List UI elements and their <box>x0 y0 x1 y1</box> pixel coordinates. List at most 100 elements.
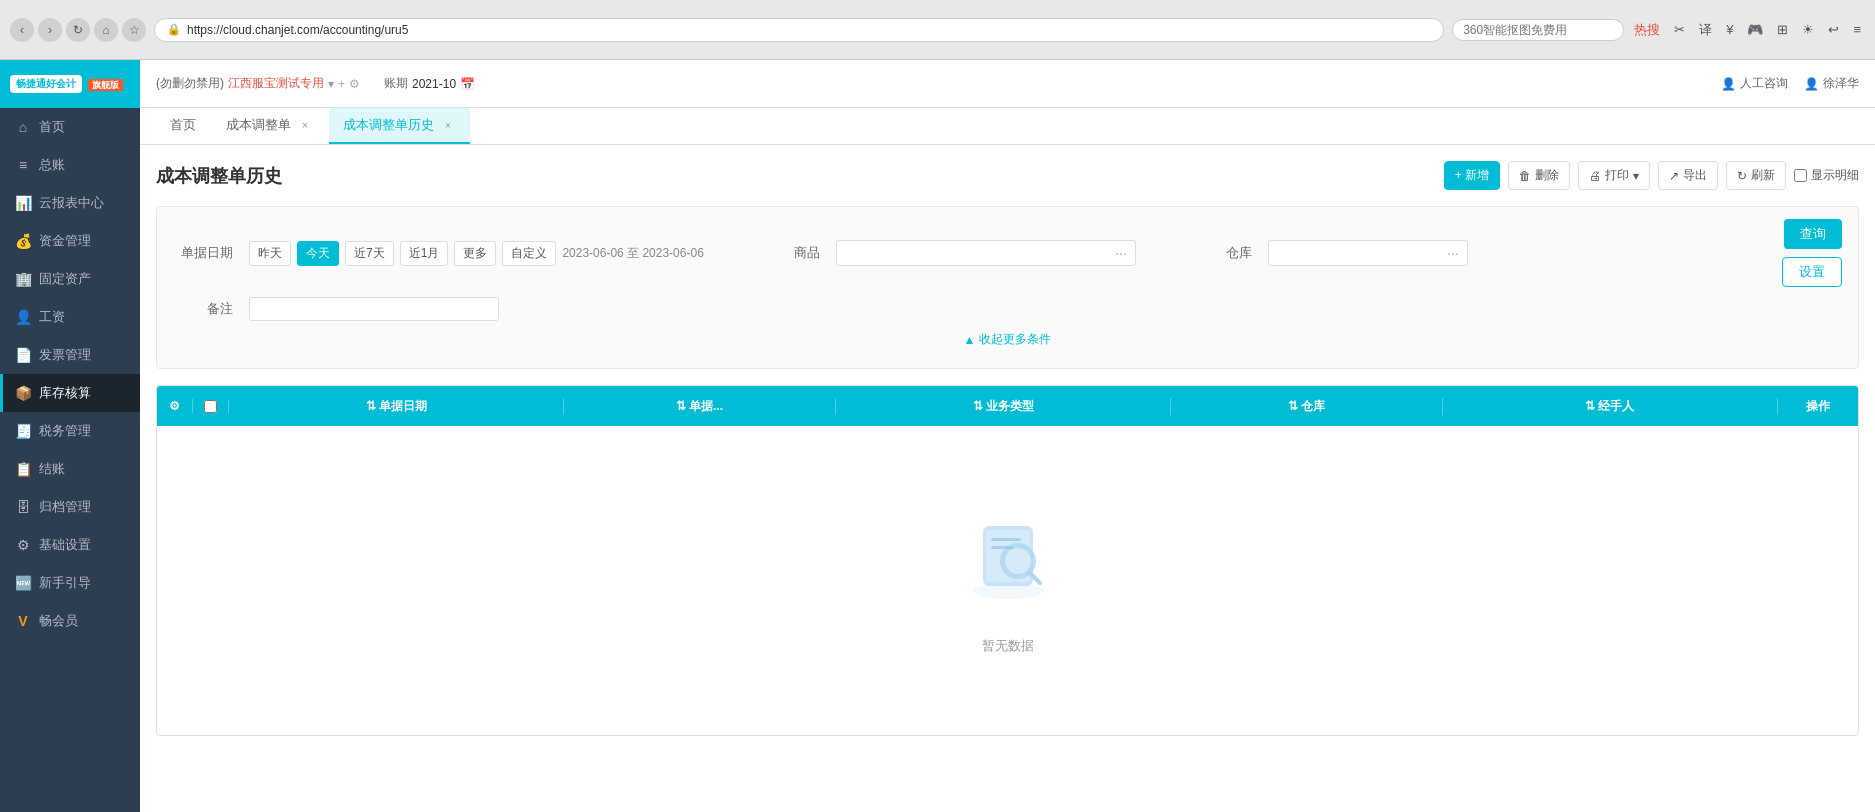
sidebar-item-label: 结账 <box>39 460 65 478</box>
hot-search-label[interactable]: 热搜 <box>1630 19 1664 41</box>
bookmark-button[interactable]: ☆ <box>122 18 146 42</box>
home-icon: ⌂ <box>15 119 31 135</box>
goods-select[interactable]: ··· <box>836 240 1136 266</box>
sidebar-item-tax[interactable]: 🧾 税务管理 <box>0 412 140 450</box>
print-button[interactable]: 🖨 打印 ▾ <box>1578 161 1650 190</box>
note-input[interactable] <box>249 297 499 321</box>
more-date-btn[interactable]: 更多 <box>454 241 496 266</box>
sidebar-item-label: 首页 <box>39 118 65 136</box>
filter-row-note: 备注 <box>173 297 1842 321</box>
tab-cost-adjust-history-label: 成本调整单历史 <box>343 116 434 134</box>
sidebar-item-invoice[interactable]: 📄 发票管理 <box>0 336 140 374</box>
delete-button[interactable]: 🗑 删除 <box>1508 161 1570 190</box>
th-checkbox[interactable] <box>193 400 229 413</box>
forward-button[interactable]: › <box>38 18 62 42</box>
yesterday-btn[interactable]: 昨天 <box>249 241 291 266</box>
refresh-button[interactable]: ↻ <box>66 18 90 42</box>
show-ledger-input[interactable] <box>1794 169 1807 182</box>
th-warehouse: ⇅ 仓库 <box>1171 398 1443 415</box>
add-button[interactable]: + 新增 <box>1444 161 1500 190</box>
grid-icon[interactable]: ⊞ <box>1773 20 1792 39</box>
user-menu[interactable]: 👤 徐泽华 <box>1804 75 1859 92</box>
sidebar-item-label: 基础设置 <box>39 536 91 554</box>
month1-btn[interactable]: 近1月 <box>400 241 449 266</box>
user-avatar-icon: 👤 <box>1804 77 1819 91</box>
export-button[interactable]: ↗ 导出 <box>1658 161 1718 190</box>
sort-biztype-icon[interactable]: ⇅ <box>973 399 983 413</box>
empty-illustration <box>958 506 1058 625</box>
goods-more-icon[interactable]: ··· <box>1115 245 1127 261</box>
settings-company-icon[interactable]: ⚙ <box>349 77 360 91</box>
company-selector[interactable]: (勿删勿禁用) 江西服宝测试专用 ▾ + ⚙ <box>156 75 360 92</box>
sort-handler-icon[interactable]: ⇅ <box>1585 399 1595 413</box>
sidebar-item-inventory[interactable]: 📦 库存核算 <box>0 374 140 412</box>
brightness-icon[interactable]: ☀ <box>1798 20 1818 39</box>
warehouse-select[interactable]: ··· <box>1268 240 1468 266</box>
column-settings-icon[interactable]: ⚙ <box>169 399 180 413</box>
days7-btn[interactable]: 近7天 <box>345 241 394 266</box>
calendar-icon[interactable]: 📅 <box>460 77 475 91</box>
consult-button[interactable]: 👤 人工咨询 <box>1721 75 1788 92</box>
undo-icon[interactable]: ↩ <box>1824 20 1843 39</box>
logo-line1: 畅捷通好会计 <box>16 77 76 91</box>
sidebar-item-settings[interactable]: ⚙ 基础设置 <box>0 526 140 564</box>
refresh-button[interactable]: ↻ 刷新 <box>1726 161 1786 190</box>
add-company-icon[interactable]: + <box>338 77 345 91</box>
filter-settings-button[interactable]: 设置 <box>1782 257 1842 287</box>
collapse-arrow-icon: ▲ <box>964 333 976 347</box>
refresh-icon: ↻ <box>1737 169 1747 183</box>
browser-search-input[interactable] <box>1452 19 1624 41</box>
game-icon[interactable]: 🎮 <box>1743 20 1767 39</box>
th-settings[interactable]: ⚙ <box>157 399 193 413</box>
custom-date-btn[interactable]: 自定义 <box>502 241 556 266</box>
th-warehouse-label: 仓库 <box>1301 398 1325 415</box>
sidebar-item-ledger[interactable]: ≡ 总账 <box>0 146 140 184</box>
sort-num-icon[interactable]: ⇅ <box>676 399 686 413</box>
sidebar-item-fixed-assets[interactable]: 🏢 固定资产 <box>0 260 140 298</box>
browser-chrome: ‹ › ↻ ⌂ ☆ 🔒 https://cloud.chanjet.com/ac… <box>0 0 1875 60</box>
scissors-icon[interactable]: ✂ <box>1670 20 1689 39</box>
table-container: ⚙ ⇅ 单据日期 ⇅ 单据... ⇅ 业务类型 <box>156 385 1859 736</box>
sidebar-item-reports[interactable]: 📊 云报表中心 <box>0 184 140 222</box>
member-icon: V <box>15 613 31 629</box>
menu-icon[interactable]: ≡ <box>1849 20 1865 39</box>
sort-icon[interactable]: ⇅ <box>366 399 376 413</box>
today-btn[interactable]: 今天 <box>297 241 339 266</box>
back-button[interactable]: ‹ <box>10 18 34 42</box>
sidebar-item-capital[interactable]: 💰 资金管理 <box>0 222 140 260</box>
logo-badge: 旗舰版 <box>88 77 123 92</box>
tab-home[interactable]: 首页 <box>156 108 210 144</box>
tab-cost-adjust-close[interactable]: × <box>297 117 313 133</box>
sidebar-item-guide[interactable]: 🆕 新手引导 <box>0 564 140 602</box>
coin-icon[interactable]: ¥ <box>1722 20 1737 39</box>
settings-icon: ⚙ <box>15 537 31 553</box>
print-dropdown-icon: ▾ <box>1633 169 1639 183</box>
show-ledger-checkbox[interactable]: 显示明细 <box>1794 167 1859 184</box>
home-button[interactable]: ⌂ <box>94 18 118 42</box>
tab-cost-adjust[interactable]: 成本调整单 × <box>212 108 327 144</box>
sort-warehouse-icon[interactable]: ⇅ <box>1288 399 1298 413</box>
tab-cost-adjust-history-close[interactable]: × <box>440 117 456 133</box>
collapse-filter-button[interactable]: ▲ 收起更多条件 <box>964 331 1052 348</box>
date-filter-label: 单据日期 <box>173 244 233 262</box>
svg-point-4 <box>1005 548 1031 574</box>
select-all-checkbox[interactable] <box>204 400 217 413</box>
sidebar-item-closing[interactable]: 📋 结账 <box>0 450 140 488</box>
sidebar-item-archive[interactable]: 🗄 归档管理 <box>0 488 140 526</box>
sidebar-item-home[interactable]: ⌂ 首页 <box>0 108 140 146</box>
page-header: 成本调整单历史 + 新增 🗑 删除 🖨 打印 ▾ ↗ 导出 <box>156 161 1859 190</box>
top-bar-right: 👤 人工咨询 👤 徐泽华 <box>1721 75 1859 92</box>
query-button[interactable]: 查询 <box>1784 219 1842 249</box>
period-info: 账期 2021-10 📅 <box>384 75 475 92</box>
sidebar-item-member[interactable]: V 畅会员 <box>0 602 140 640</box>
app-container: 畅捷通好会计 旗舰版 ⌂ 首页 ≡ 总账 📊 云报表中心 💰 资金管理 <box>0 60 1875 812</box>
sidebar-item-payroll[interactable]: 👤 工资 <box>0 298 140 336</box>
translate-icon[interactable]: 译 <box>1695 19 1716 41</box>
sidebar-item-label: 库存核算 <box>39 384 91 402</box>
warehouse-more-icon[interactable]: ··· <box>1447 245 1459 261</box>
tab-cost-adjust-history[interactable]: 成本调整单历史 × <box>329 108 470 144</box>
export-icon: ↗ <box>1669 169 1679 183</box>
filter-area: 单据日期 昨天 今天 近7天 近1月 更多 自定义 2023-06-06 至 2… <box>156 206 1859 369</box>
th-date: ⇅ 单据日期 <box>229 398 564 415</box>
address-bar[interactable]: 🔒 https://cloud.chanjet.com/accounting/u… <box>154 18 1444 42</box>
